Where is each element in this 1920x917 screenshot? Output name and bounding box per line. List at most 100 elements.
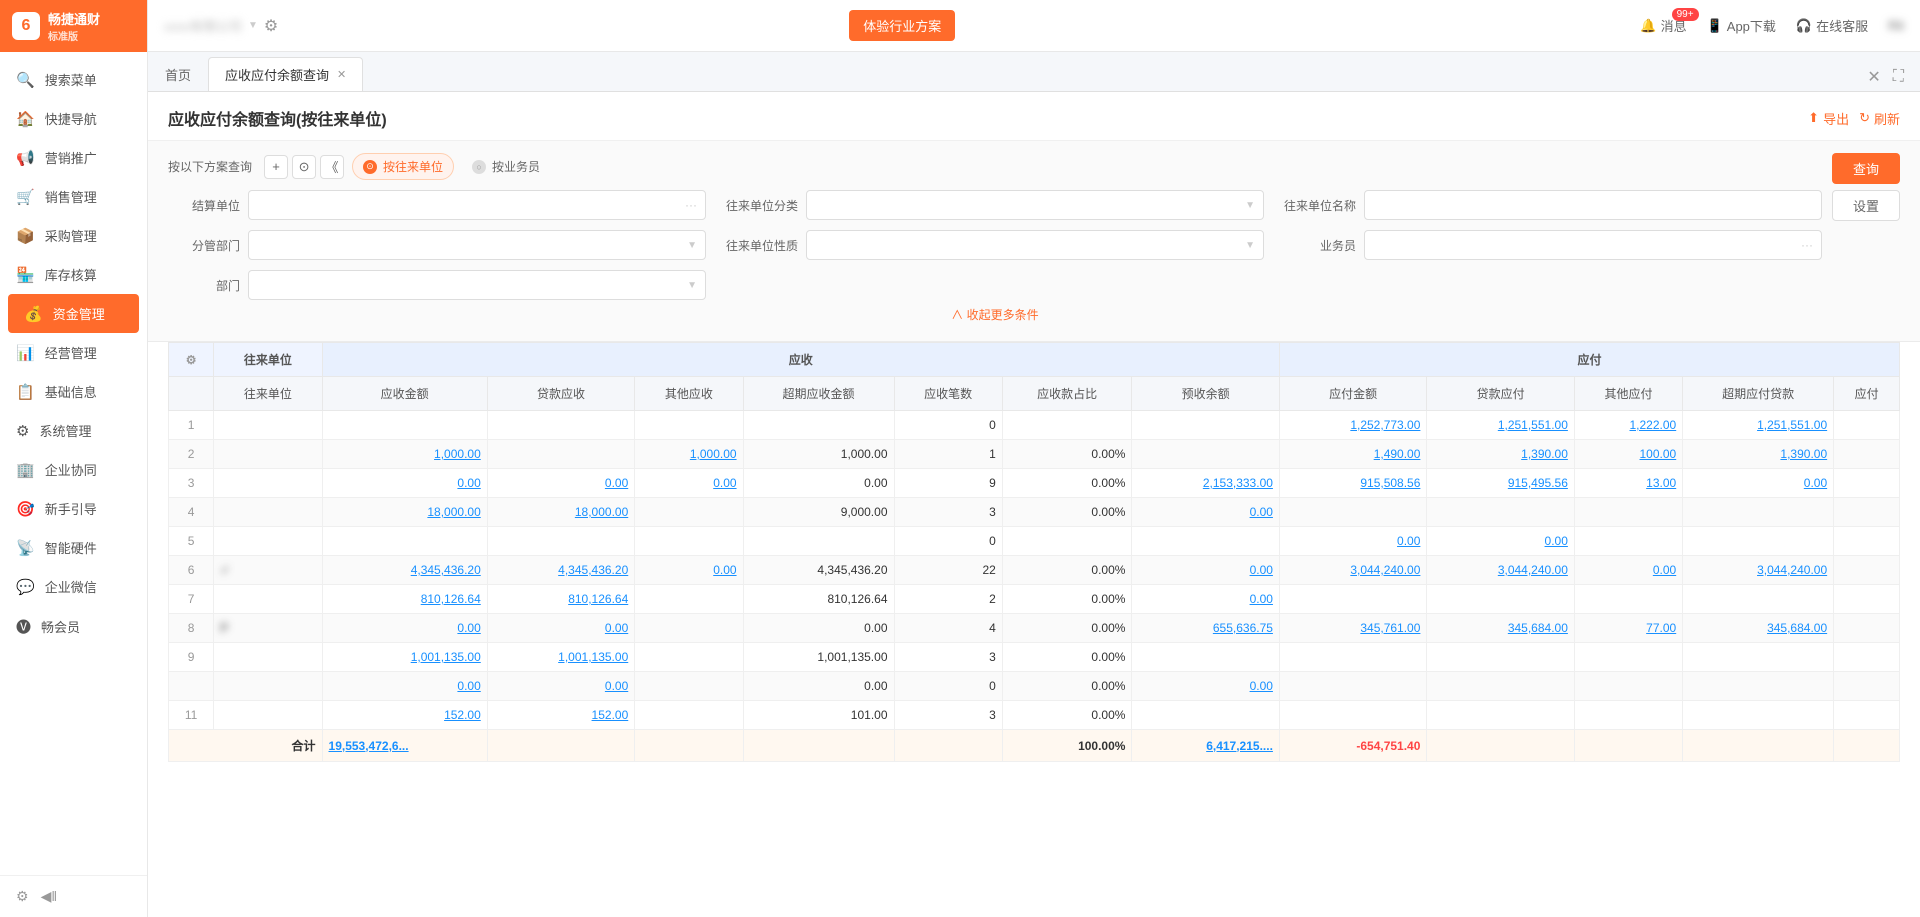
footer-ar-amount[interactable]: 19,553,472,6... [322, 730, 487, 762]
table-cell[interactable]: 0.00 [635, 556, 743, 585]
table-cell[interactable]: 1,390.00 [1683, 440, 1834, 469]
table-cell[interactable]: 0.00 [1574, 556, 1682, 585]
window-close-icon[interactable]: ✕ [1867, 67, 1880, 87]
tab-close-icon[interactable]: ✕ [337, 68, 346, 81]
sidebar-item-inventory[interactable]: 🏪 库存核算 [0, 255, 147, 294]
table-cell[interactable]: 3,044,240.00 [1683, 556, 1834, 585]
table-cell[interactable]: 345,761.00 [1279, 614, 1426, 643]
table-cell[interactable]: 0.00 [1132, 498, 1279, 527]
table-cell[interactable]: 1,000.00 [322, 440, 487, 469]
sidebar-item-quicknav[interactable]: 🏠 快捷导航 [0, 99, 147, 138]
th-ap-amount: 应付金额 [1279, 377, 1426, 411]
unit-name-input[interactable] [1364, 190, 1822, 220]
table-row: 11152.00152.00101.0030.00% [169, 701, 1900, 730]
table-cell[interactable]: 1,001,135.00 [487, 643, 634, 672]
table-cell[interactable]: 3,044,240.00 [1427, 556, 1574, 585]
table-cell: 0 [894, 411, 1002, 440]
unit-nature-input[interactable]: ▼ [806, 230, 1264, 260]
table-cell[interactable]: 0.00 [322, 469, 487, 498]
table-cell[interactable]: 810,126.64 [487, 585, 634, 614]
table-cell[interactable]: 1,252,773.00 [1279, 411, 1426, 440]
table-cell[interactable]: 0.00 [1279, 527, 1426, 556]
table-cell[interactable]: 0.00 [487, 469, 634, 498]
sidebar-item-enterprise[interactable]: 🏢 企业协同 [0, 450, 147, 489]
sidebar-item-system[interactable]: ⚙ 系统管理 [0, 411, 147, 450]
notification-btn[interactable]: 🔔 消息 99+ [1640, 16, 1686, 35]
sidebar-item-guide[interactable]: 🎯 新手引导 [0, 489, 147, 528]
table-cell[interactable]: 655,636.75 [1132, 614, 1279, 643]
collapse-scheme-btn[interactable]: 《 [320, 155, 344, 179]
table-cell[interactable]: 345,684.00 [1683, 614, 1834, 643]
table-cell[interactable]: 1,222.00 [1574, 411, 1682, 440]
sidebar-collapse-btn[interactable]: ◀‖ [41, 888, 58, 905]
table-cell[interactable]: 1,001,135.00 [322, 643, 487, 672]
scheme-salesperson-dot: ○ [472, 160, 486, 174]
window-maximize-icon[interactable]: ⛶ [1893, 68, 1904, 86]
table-cell[interactable]: 1,390.00 [1427, 440, 1574, 469]
table-cell[interactable]: 152.00 [487, 701, 634, 730]
tab-home[interactable]: 首页 [148, 57, 208, 91]
sidebar-item-wechat[interactable]: 💬 企业微信 [0, 567, 147, 606]
sidebar-item-sales[interactable]: 🛒 销售管理 [0, 177, 147, 216]
export-button[interactable]: ⬆ 导出 [1808, 109, 1849, 128]
online-service-btn[interactable]: 🎧 在线客服 [1796, 16, 1868, 35]
sidebar-item-operations[interactable]: 📊 经营管理 [0, 333, 147, 372]
sidebar-item-search[interactable]: 🔍 搜索菜单 [0, 60, 147, 99]
table-cell[interactable]: 0.00 [1132, 672, 1279, 701]
table-cell[interactable]: 0.00 [487, 672, 634, 701]
table-cell[interactable]: 100.00 [1574, 440, 1682, 469]
department-input[interactable]: ▼ [248, 270, 706, 300]
table-cell[interactable]: 345,684.00 [1427, 614, 1574, 643]
table-cell[interactable]: 810,126.64 [322, 585, 487, 614]
table-cell[interactable]: 0.00 [322, 672, 487, 701]
sidebar-item-marketing[interactable]: 📢 营销推广 [0, 138, 147, 177]
sidebar-item-basic[interactable]: 📋 基础信息 [0, 372, 147, 411]
footer-prepaid[interactable]: 6,417,215.... [1132, 730, 1279, 762]
table-cell[interactable]: 915,508.56 [1279, 469, 1426, 498]
promo-button[interactable]: 体验行业方案 [849, 10, 955, 41]
table-cell[interactable]: 152.00 [322, 701, 487, 730]
table-cell[interactable]: 1,251,551.00 [1683, 411, 1834, 440]
table-cell[interactable]: 4,345,436.20 [487, 556, 634, 585]
filter-collapse-btn[interactable]: ∧ 收起更多条件 [168, 300, 1822, 329]
table-cell[interactable]: 0.00 [1427, 527, 1574, 556]
table-cell[interactable]: 18,000.00 [487, 498, 634, 527]
table-cell[interactable]: 13.00 [1574, 469, 1682, 498]
settings-button[interactable]: 设置 [1832, 190, 1900, 221]
table-cell[interactable]: 0.00 [635, 469, 743, 498]
topbar-gear-icon[interactable]: ⚙ [264, 16, 278, 36]
sidebar-settings-btn[interactable]: ⚙ [16, 888, 29, 905]
sidebar-item-finance[interactable]: 💰 资金管理 [8, 294, 139, 333]
table-cell[interactable]: 1,490.00 [1279, 440, 1426, 469]
settings-scheme-btn[interactable]: ⊙ [292, 155, 316, 179]
dept-input[interactable]: ▼ [248, 230, 706, 260]
table-cell[interactable]: 77.00 [1574, 614, 1682, 643]
jiesuan-unit-input[interactable]: ··· [248, 190, 706, 220]
table-cell[interactable]: 3,044,240.00 [1279, 556, 1426, 585]
user-menu[interactable]: Rit [1888, 18, 1904, 33]
table-cell[interactable]: 18,000.00 [322, 498, 487, 527]
sidebar-item-member[interactable]: 🅥 畅会员 [0, 606, 147, 647]
table-cell[interactable]: 1,000.00 [635, 440, 743, 469]
query-button[interactable]: 查询 [1832, 153, 1900, 184]
add-scheme-btn[interactable]: + [264, 155, 288, 179]
table-cell[interactable]: 4,345,436.20 [322, 556, 487, 585]
table-cell[interactable]: 0.00 [1683, 469, 1834, 498]
table-cell[interactable]: 0.00 [1132, 556, 1279, 585]
table-settings-icon[interactable]: ⚙ [186, 353, 197, 367]
table-cell[interactable]: 0.00 [1132, 585, 1279, 614]
table-cell[interactable]: 0.00 [487, 614, 634, 643]
sidebar-item-hardware[interactable]: 📡 智能硬件 [0, 528, 147, 567]
table-cell[interactable]: 2,153,333.00 [1132, 469, 1279, 498]
app-download-btn[interactable]: 📱 App下载 [1707, 16, 1776, 35]
refresh-button[interactable]: ↻ 刷新 [1859, 109, 1900, 128]
salesperson-input[interactable]: ··· [1364, 230, 1822, 260]
table-cell[interactable]: 915,495.56 [1427, 469, 1574, 498]
table-cell[interactable]: 1,251,551.00 [1427, 411, 1574, 440]
sidebar-item-purchase[interactable]: 📦 采购管理 [0, 216, 147, 255]
table-cell[interactable]: 0.00 [322, 614, 487, 643]
unit-category-input[interactable]: ▼ [806, 190, 1264, 220]
tab-ar-ap[interactable]: 应收应付余额查询 ✕ [208, 57, 363, 91]
scheme-by-salesperson[interactable]: ○ 按业务员 [462, 154, 550, 179]
scheme-by-unit[interactable]: ⊙ 按往来单位 [352, 153, 454, 180]
